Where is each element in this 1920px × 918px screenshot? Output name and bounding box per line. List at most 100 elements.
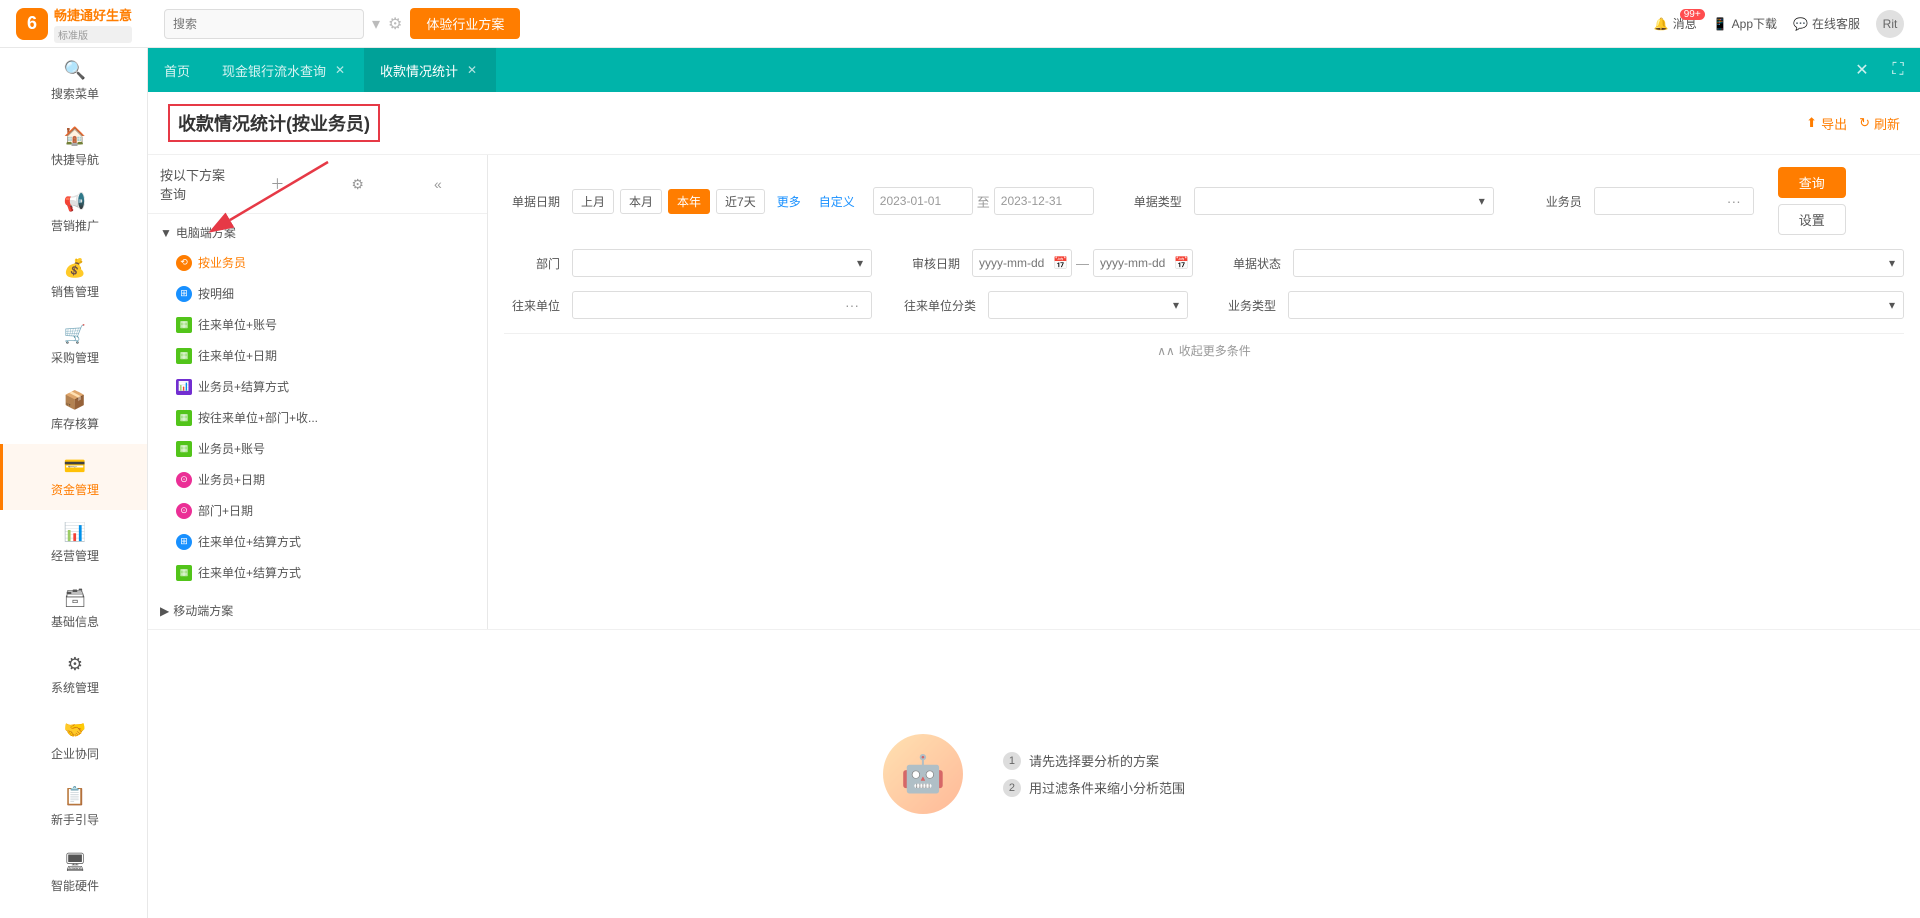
partner-label: 往来单位 <box>504 297 560 314</box>
scheme-icon-partner-date: ▦ <box>176 348 192 364</box>
scheme-item-by-dept-date[interactable]: ⊙ 部门+日期 <box>148 495 487 526</box>
app-download-button[interactable]: 📱 App下载 <box>1713 15 1777 32</box>
messages-button[interactable]: 🔔 消息 99+ <box>1654 15 1697 32</box>
scheme-collapse-btn[interactable]: « <box>401 173 475 195</box>
partner-category-select[interactable]: ▾ <box>988 291 1188 319</box>
tab-maximize-btn[interactable]: ⛶ <box>1884 56 1912 84</box>
date-end-input[interactable] <box>994 187 1094 215</box>
sidebar-label-base: 基础信息 <box>51 613 99 630</box>
scheme-icon-partner-dept: ▦ <box>176 410 192 426</box>
more-dots-partner[interactable]: ··· <box>841 297 863 313</box>
dept-select[interactable]: ▾ <box>572 249 872 277</box>
search-input[interactable] <box>164 9 364 39</box>
sidebar-item-finance[interactable]: 💳 资金管理 <box>0 444 147 510</box>
salesperson-label: 业务员 <box>1526 193 1582 210</box>
tab-receipts[interactable]: 收款情况统计 ✕ <box>364 48 496 92</box>
scheme-settings-btn[interactable]: ⚙ <box>321 173 395 195</box>
scheme-item-by-salesperson-settlement[interactable]: 📊 业务员+结算方式 <box>148 371 487 402</box>
scheme-item-by-sp-account[interactable]: ▦ 业务员+账号 <box>148 433 487 464</box>
sidebar-item-guide[interactable]: 📋 新手引导 <box>0 774 147 840</box>
calendar-icon-end: 📅 <box>1174 256 1189 270</box>
empty-tips: 1 请先选择要分析的方案 2 用过滤条件来缩小分析范围 <box>1003 751 1185 797</box>
scheme-icon-ps1: ⊞ <box>176 534 192 550</box>
filter-btn-group: 查询 设置 <box>1778 167 1846 235</box>
service-icon: 💬 <box>1793 17 1808 31</box>
sidebar-item-search[interactable]: 🔍 搜索菜单 <box>0 48 147 114</box>
date-custom-btn[interactable]: 自定义 <box>813 190 861 213</box>
scheme-group-mobile-title[interactable]: ▶ 移动端方案 <box>148 596 487 625</box>
empty-icon: 🤖 <box>883 734 963 814</box>
date-shortcut-this-year[interactable]: 本年 <box>668 189 710 214</box>
sidebar-label-sales: 销售管理 <box>51 283 99 300</box>
logo-area: 6 畅捷通好生意 标准版 <box>16 5 164 43</box>
scheme-item-by-partner-account[interactable]: ▦ 往来单位+账号 <box>148 309 487 340</box>
guide-icon: 📋 <box>64 786 86 807</box>
date-shortcut-last-month[interactable]: 上月 <box>572 189 614 214</box>
sidebar-item-marketing[interactable]: 📢 营销推广 <box>0 180 147 246</box>
bill-status-select[interactable]: ▾ <box>1293 249 1904 277</box>
dropdown-icon[interactable]: ▾ <box>372 14 380 34</box>
scheme-item-by-sp-date[interactable]: ⊙ 业务员+日期 <box>148 464 487 495</box>
sidebar-item-purchase[interactable]: 🛒 采购管理 <box>0 312 147 378</box>
bill-type-select[interactable]: ▾ <box>1194 187 1494 215</box>
trial-button[interactable]: 体验行业方案 <box>410 8 520 39</box>
scheme-group-desktop-title[interactable]: ▼ 电脑端方案 <box>148 218 487 247</box>
settings-icon[interactable]: ⚙ <box>388 14 402 34</box>
business-type-label: 业务类型 <box>1220 297 1276 314</box>
dropdown-arrow-pc: ▾ <box>1173 298 1179 312</box>
scheme-item-by-partner-settlement2[interactable]: ▦ 往来单位+结算方式 <box>148 557 487 588</box>
sidebar-item-system[interactable]: ⚙ 系统管理 <box>0 642 147 708</box>
sidebar-label-operations: 经营管理 <box>51 547 99 564</box>
sidebar-item-sales[interactable]: 💰 销售管理 <box>0 246 147 312</box>
scheme-item-by-partner-date[interactable]: ▦ 往来单位+日期 <box>148 340 487 371</box>
refresh-icon: ↻ <box>1859 115 1870 131</box>
user-avatar[interactable]: Rit <box>1876 10 1904 38</box>
app-name: 畅捷通好生意 <box>54 5 132 24</box>
business-type-select[interactable]: ▾ <box>1288 291 1904 319</box>
tab-receipts-close[interactable]: ✕ <box>464 62 480 78</box>
tab-close-all-btn[interactable]: ✕ <box>1848 56 1876 84</box>
scheme-item-by-detail[interactable]: ⊞ 按明细 <box>148 278 487 309</box>
search-icon: 🔍 <box>64 60 86 81</box>
scheme-item-by-partner-dept[interactable]: ▦ 按往来单位+部门+收... <box>148 402 487 433</box>
tab-bank-close[interactable]: ✕ <box>332 62 348 78</box>
filter-row-2: 部门 ▾ 审核日期 📅 — <box>504 249 1904 277</box>
online-service-label: 在线客服 <box>1812 15 1860 32</box>
date-start-input[interactable] <box>873 187 973 215</box>
scheme-add-btn[interactable]: ＋ <box>240 173 314 195</box>
sidebar-item-enterprise[interactable]: 🤝 企业协同 <box>0 708 147 774</box>
sidebar-item-inventory[interactable]: 📦 库存核算 <box>0 378 147 444</box>
scheme-item-by-partner-settlement1[interactable]: ⊞ 往来单位+结算方式 <box>148 526 487 557</box>
date-more-btn[interactable]: 更多 <box>771 190 807 213</box>
finance-icon: 💳 <box>64 456 86 477</box>
expand-icon: ▼ <box>160 226 172 240</box>
sidebar-item-wechat[interactable]: 💬 企业微信 <box>0 906 147 918</box>
filter-conditions: 单据日期 上月 本月 本年 近7天 更多 自定义 至 <box>488 155 1920 629</box>
sidebar-item-operations[interactable]: 📊 经营管理 <box>0 510 147 576</box>
dropdown-arrow-dept: ▾ <box>857 256 863 270</box>
scheme-icon-sp-account: ▦ <box>176 441 192 457</box>
scheme-item-by-salesperson[interactable]: ⟲ 按业务员 <box>148 247 487 278</box>
date-shortcut-7days[interactable]: 近7天 <box>716 189 765 214</box>
export-button[interactable]: ⬆ 导出 <box>1806 114 1847 133</box>
partner-select[interactable]: ··· <box>572 291 872 319</box>
sidebar-item-base[interactable]: 🗃 基础信息 <box>0 576 147 642</box>
online-service-button[interactable]: 💬 在线客服 <box>1793 15 1860 32</box>
settings-button[interactable]: 设置 <box>1778 204 1846 235</box>
sidebar-item-hardware[interactable]: 🖥 智能硬件 <box>0 840 147 906</box>
tab-bank-label: 现金银行流水查询 <box>222 61 326 80</box>
collapse-bar[interactable]: ∧∧ 收起更多条件 <box>504 333 1904 367</box>
sidebar-item-nav[interactable]: 🏠 快捷导航 <box>0 114 147 180</box>
scheme-icon-sp-settlement: 📊 <box>176 379 192 395</box>
tab-home[interactable]: 首页 <box>148 48 206 92</box>
dropdown-arrow-status: ▾ <box>1889 256 1895 270</box>
salesperson-select[interactable]: ··· <box>1594 187 1754 215</box>
refresh-button[interactable]: ↻ 刷新 <box>1859 114 1900 133</box>
bill-type-label: 单据类型 <box>1126 193 1182 210</box>
query-button[interactable]: 查询 <box>1778 167 1846 198</box>
date-shortcut-this-month[interactable]: 本月 <box>620 189 662 214</box>
dropdown-arrow: ▾ <box>1479 194 1485 208</box>
tab-bank[interactable]: 现金银行流水查询 ✕ <box>206 48 364 92</box>
more-dots-salesperson[interactable]: ··· <box>1723 193 1745 209</box>
dept-label: 部门 <box>504 255 560 272</box>
